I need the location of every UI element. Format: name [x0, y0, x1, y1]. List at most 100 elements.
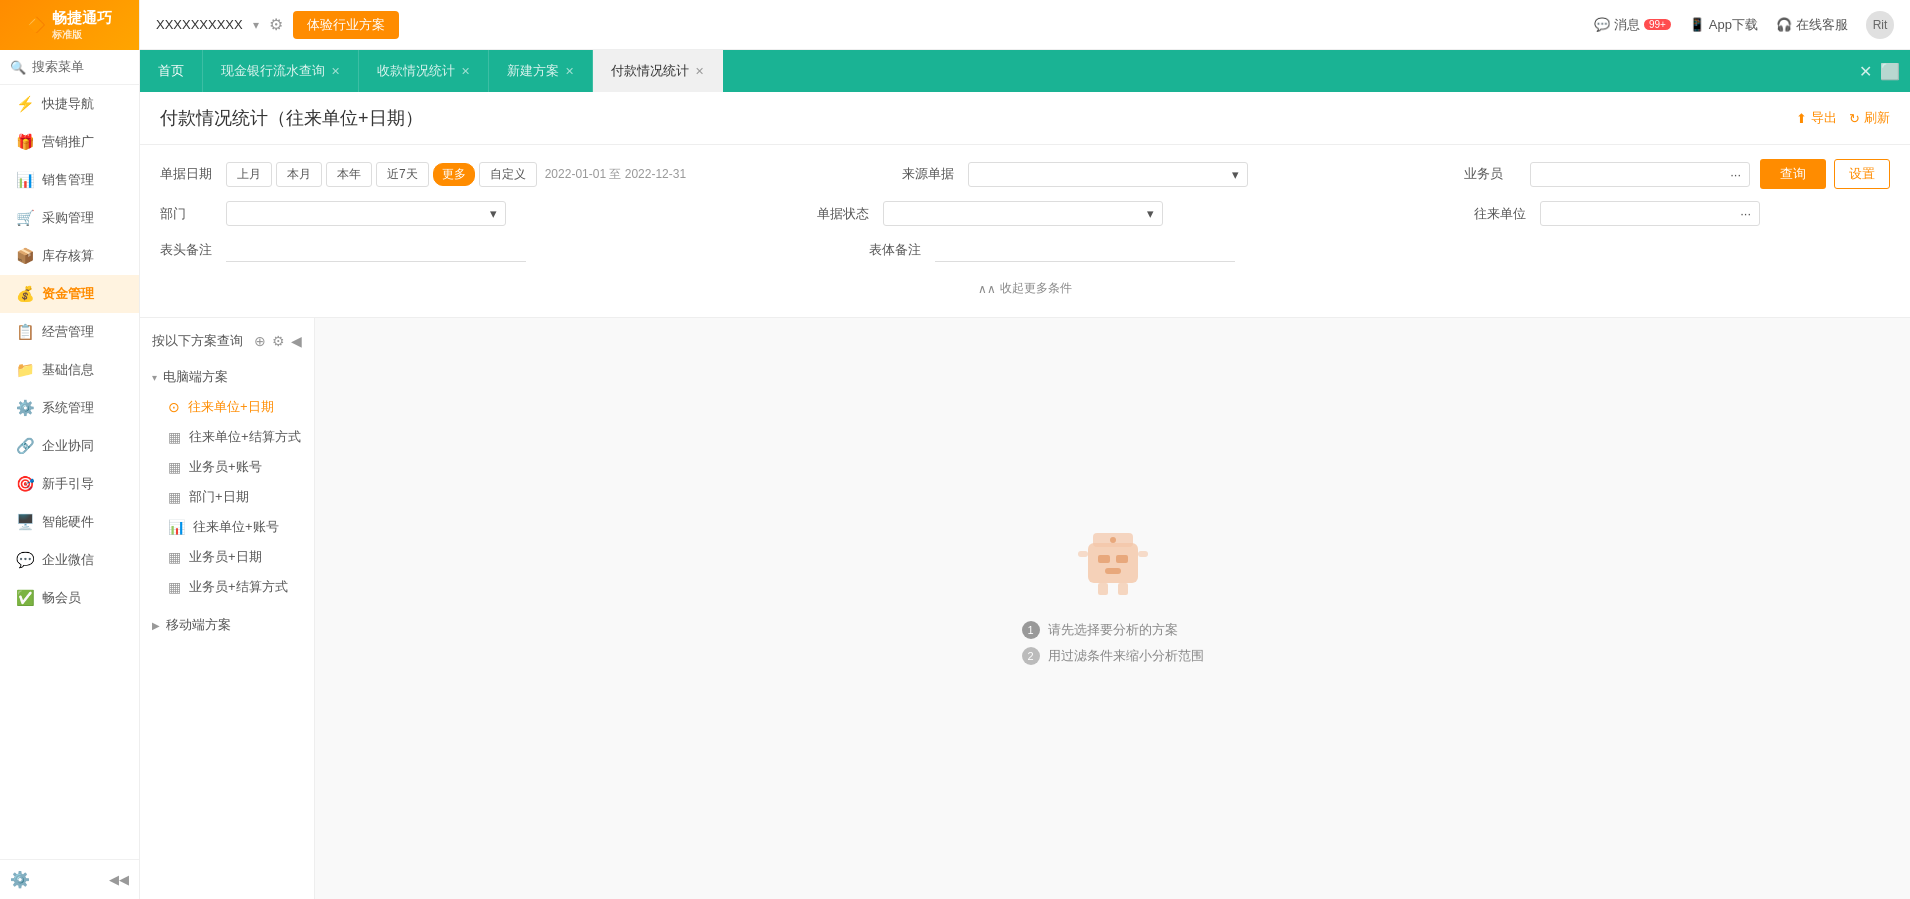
- sidebar-item-label: 智能硬件: [42, 513, 94, 531]
- sidebar-item-label: 库存核算: [42, 247, 94, 265]
- online-service-btn[interactable]: 🎧 在线客服: [1776, 16, 1848, 34]
- mobile-group-header[interactable]: ▶ 移动端方案: [140, 610, 314, 640]
- sidebar-nav: ⚡ 快捷导航 🎁 营销推广 📊 销售管理 🛒 采购管理 📦 库存核算 💰 资金管…: [0, 85, 139, 859]
- header-note-input[interactable]: [226, 238, 526, 262]
- search-menu[interactable]: 🔍 搜索菜单: [0, 50, 139, 85]
- tab-bar: 首页 现金银行流水查询 ✕ 收款情况统计 ✕ 新建方案 ✕ 付款情况统计 ✕ ✕…: [140, 50, 1910, 92]
- settings-icon[interactable]: ⚙️: [10, 870, 30, 889]
- collapse-panel-icon[interactable]: ◀: [291, 333, 302, 349]
- mobile-scheme-group: ▶ 移动端方案: [140, 606, 314, 644]
- messages-badge: 99+: [1644, 19, 1671, 30]
- tab-bank-close[interactable]: ✕: [331, 65, 340, 78]
- tab-home[interactable]: 首页: [140, 50, 203, 92]
- scheme-item-unit-payment[interactable]: ▦ 往来单位+结算方式: [140, 422, 314, 452]
- body-note-input[interactable]: [935, 238, 1235, 262]
- sidebar-item-quick-nav[interactable]: ⚡ 快捷导航: [0, 85, 139, 123]
- tab-home-label: 首页: [158, 62, 184, 80]
- hardware-icon: 🖥️: [16, 513, 34, 531]
- export-btn[interactable]: ⬆ 导出: [1796, 109, 1837, 127]
- salesman-select[interactable]: ···: [1530, 162, 1750, 187]
- date-btn-7days[interactable]: 近7天: [376, 162, 429, 187]
- add-scheme-icon[interactable]: ⊕: [254, 333, 266, 349]
- sidebar-item-label: 资金管理: [42, 285, 94, 303]
- sidebar-item-guide[interactable]: 🎯 新手引导: [0, 465, 139, 503]
- scheme-item-salesman-account[interactable]: ▦ 业务员+账号: [140, 452, 314, 482]
- sidebar-item-label: 经营管理: [42, 323, 94, 341]
- sidebar-item-label: 快捷导航: [42, 95, 94, 113]
- query-btn[interactable]: 查询: [1760, 159, 1826, 189]
- scheme-item-unit-account[interactable]: 📊 往来单位+账号: [140, 512, 314, 542]
- filter-area: 单据日期 上月 本月 本年 近7天 更多 自定义 2022-01-01 至 20…: [140, 145, 1910, 318]
- export-label: 导出: [1811, 109, 1837, 127]
- setting-btn[interactable]: 设置: [1834, 159, 1890, 189]
- maximize-icon[interactable]: ⬜: [1880, 62, 1900, 81]
- sidebar-item-inventory[interactable]: 📦 库存核算: [0, 237, 139, 275]
- dept-select[interactable]: ▾: [226, 201, 506, 226]
- desktop-group-header[interactable]: ▾ 电脑端方案: [140, 362, 314, 392]
- collapse-sidebar-icon[interactable]: ◀◀: [109, 872, 129, 887]
- messages-btn[interactable]: 💬 消息 99+: [1594, 16, 1671, 34]
- app-download-btn[interactable]: 📱 App下载: [1689, 16, 1758, 34]
- desktop-scheme-group: ▾ 电脑端方案 ⊙ 往来单位+日期 ▦ 往来单位+结算方式 ▦ 业务员+账号: [140, 358, 314, 606]
- date-btn-last-month[interactable]: 上月: [226, 162, 272, 187]
- close-all-tabs-icon[interactable]: ✕: [1859, 62, 1872, 81]
- tab-collection[interactable]: 收款情况统计 ✕: [359, 50, 489, 92]
- sidebar-item-vip[interactable]: ✅ 畅会员: [0, 579, 139, 617]
- desktop-group-label: 电脑端方案: [163, 368, 228, 386]
- refresh-btn[interactable]: ↻ 刷新: [1849, 109, 1890, 127]
- status-select[interactable]: ▾: [883, 201, 1163, 226]
- operation-icon: 📋: [16, 323, 34, 341]
- scheme-item-label: 往来单位+账号: [193, 518, 279, 536]
- inventory-icon: 📦: [16, 247, 34, 265]
- sidebar-item-capital[interactable]: 💰 资金管理: [0, 275, 139, 313]
- topbar-gear-icon[interactable]: ⚙: [269, 15, 283, 34]
- sidebar-item-system[interactable]: ⚙️ 系统管理: [0, 389, 139, 427]
- unit-date-icon: ⊙: [168, 399, 180, 415]
- sidebar-item-operation[interactable]: 📋 经营管理: [0, 313, 139, 351]
- salesman-dropdown-icon: ···: [1730, 167, 1741, 182]
- trial-btn[interactable]: 体验行业方案: [293, 11, 399, 39]
- main-area: XXXXXXXXXX ▾ ⚙ 体验行业方案 💬 消息 99+ 📱 App下载 🎧…: [140, 0, 1910, 899]
- svg-rect-3: [1105, 568, 1121, 574]
- purchase-icon: 🛒: [16, 209, 34, 227]
- user-avatar[interactable]: Rit: [1866, 11, 1894, 39]
- scheme-item-salesman-date[interactable]: ▦ 业务员+日期: [140, 542, 314, 572]
- sidebar-item-label: 企业微信: [42, 551, 94, 569]
- tab-bank[interactable]: 现金银行流水查询 ✕: [203, 50, 359, 92]
- scheme-item-unit-date[interactable]: ⊙ 往来单位+日期: [140, 392, 314, 422]
- counterpart-select[interactable]: ···: [1540, 201, 1760, 226]
- sidebar-item-basic[interactable]: 📁 基础信息: [0, 351, 139, 389]
- collapse-label: 收起更多条件: [1000, 280, 1072, 297]
- app-name: 畅捷通巧: [52, 9, 112, 28]
- source-select[interactable]: ▾: [968, 162, 1248, 187]
- tab-new-scheme[interactable]: 新建方案 ✕: [489, 50, 593, 92]
- sidebar-item-sales[interactable]: 📊 销售管理: [0, 161, 139, 199]
- date-btn-custom[interactable]: 自定义: [479, 162, 537, 187]
- app-sub: 标准版: [52, 28, 112, 42]
- topbar-left: XXXXXXXXXX ▾ ⚙ 体验行业方案: [156, 11, 399, 39]
- scheme-item-dept-date[interactable]: ▦ 部门+日期: [140, 482, 314, 512]
- collapse-btn[interactable]: ∧∧ 收起更多条件: [160, 274, 1890, 303]
- date-btn-this-year[interactable]: 本年: [326, 162, 372, 187]
- sidebar-item-enterprise[interactable]: 🔗 企业协同: [0, 427, 139, 465]
- date-btn-this-month[interactable]: 本月: [276, 162, 322, 187]
- source-label: 来源单据: [902, 165, 958, 183]
- topbar-dropdown-icon[interactable]: ▾: [253, 18, 259, 32]
- date-label: 单据日期: [160, 165, 216, 183]
- logo-icon: 🔶: [27, 16, 46, 34]
- tab-payment[interactable]: 付款情况统计 ✕: [593, 50, 723, 92]
- sidebar-item-hardware[interactable]: 🖥️ 智能硬件: [0, 503, 139, 541]
- svg-rect-2: [1116, 555, 1128, 563]
- empty-state: 1 请先选择要分析的方案 2 用过滤条件来缩小分析范围: [1022, 513, 1204, 665]
- date-btn-more[interactable]: 更多: [433, 163, 475, 186]
- svg-rect-7: [1138, 551, 1148, 557]
- manage-scheme-icon[interactable]: ⚙: [272, 333, 285, 349]
- tab-new-scheme-close[interactable]: ✕: [565, 65, 574, 78]
- guide-icon: 🎯: [16, 475, 34, 493]
- sidebar-item-purchase[interactable]: 🛒 采购管理: [0, 199, 139, 237]
- tab-collection-close[interactable]: ✕: [461, 65, 470, 78]
- sidebar-item-marketing[interactable]: 🎁 营销推广: [0, 123, 139, 161]
- tab-payment-close[interactable]: ✕: [695, 65, 704, 78]
- scheme-item-salesman-payment[interactable]: ▦ 业务员+结算方式: [140, 572, 314, 602]
- sidebar-item-wechat[interactable]: 💬 企业微信: [0, 541, 139, 579]
